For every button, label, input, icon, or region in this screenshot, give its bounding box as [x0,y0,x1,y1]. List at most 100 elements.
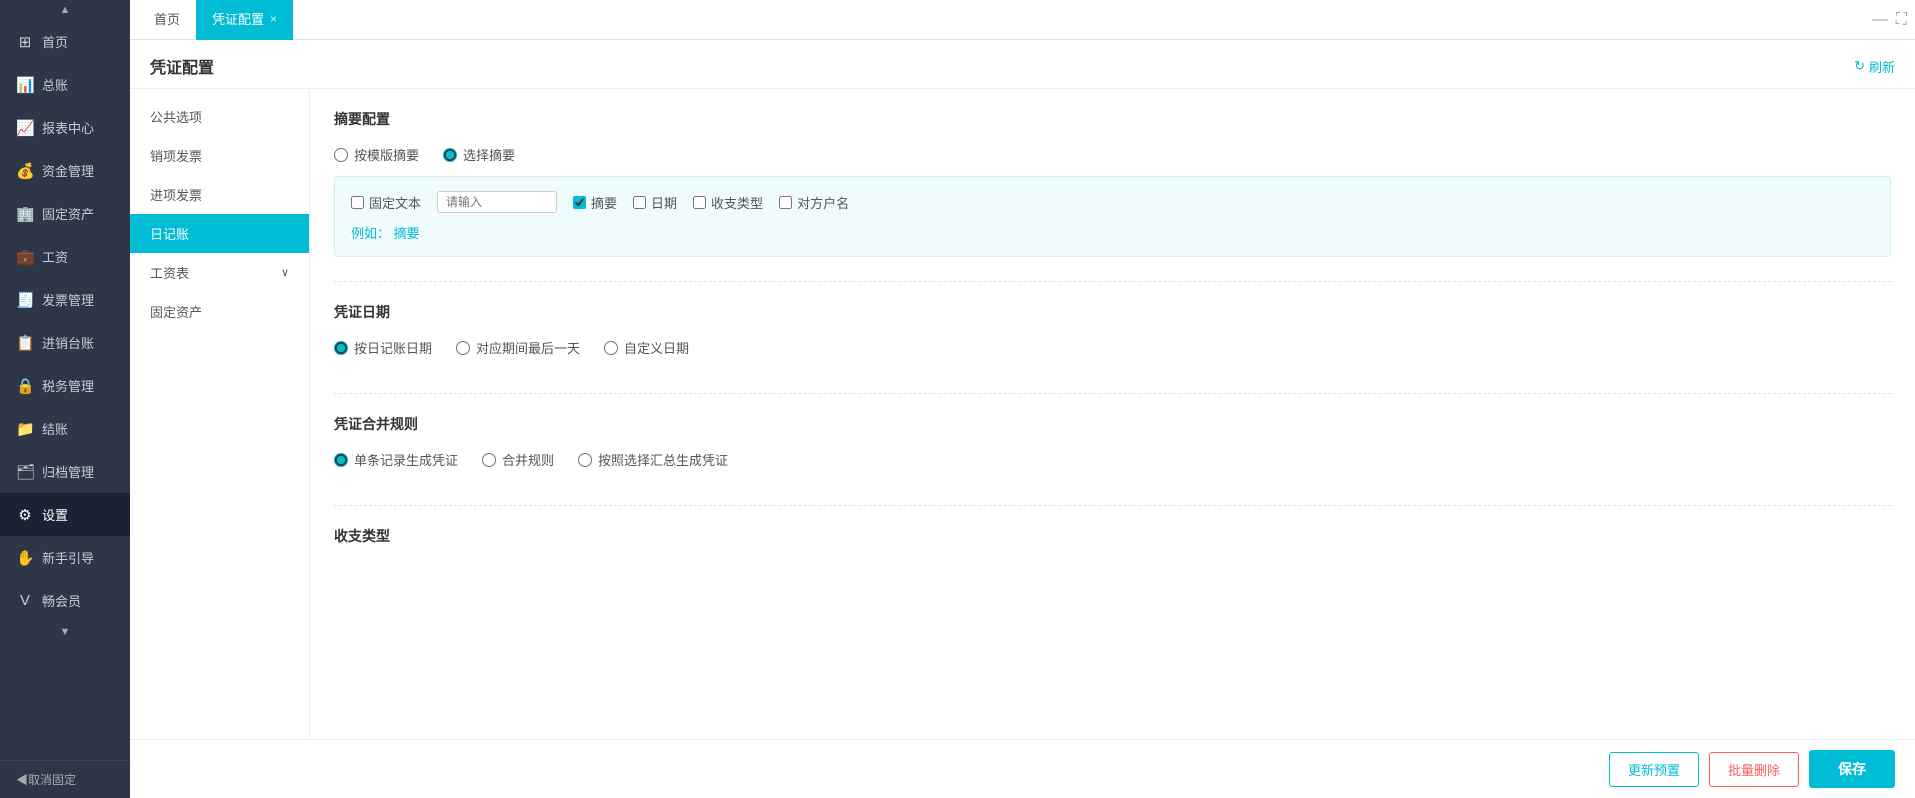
merge-rule-radio-group: 单条记录生成凭证 合并规则 按照选择汇总生成凭证 [334,450,1891,469]
sidebar-item-member[interactable]: V 畅会员 [0,579,130,622]
asset-icon: 🏢 [16,205,34,223]
tab-voucher-config[interactable]: 凭证配置 × [196,0,293,40]
page-header: 凭证配置 ↻ 刷新 [130,40,1915,89]
abstract-checkbox-row: 固定文本 摘要 日期 [351,191,1874,213]
sidebar-item-ledger[interactable]: 📊 总账 [0,63,130,106]
fixed-text-input[interactable] [437,191,557,213]
radio-single[interactable]: 单条记录生成凭证 [334,450,458,469]
fund-icon: 💰 [16,162,34,180]
sidebar-item-trading[interactable]: 📋 进销台账 [0,321,130,364]
radio-single-input[interactable] [334,453,348,467]
tab-bar: 首页 凭证配置 × — ⛶ [130,0,1915,40]
close-accounts-icon: 📁 [16,420,34,438]
abstract-preview: 例如： 摘要 [351,223,1874,242]
unpin-sidebar-button[interactable]: ◀取消固定 [0,760,130,798]
refresh-icon: ↻ [1854,58,1865,74]
sidebar-item-invoice[interactable]: 🧾 发票管理 [0,278,130,321]
sidebar-item-settings[interactable]: ⚙ 设置 [0,493,130,536]
nav-item-public[interactable]: 公共选项 [130,97,309,136]
abstract-section: 摘要配置 按模版摘要 选择摘要 [334,109,1891,282]
sidebar-item-close[interactable]: 📁 结账 [0,407,130,450]
member-icon: V [16,592,34,609]
tab-home[interactable]: 首页 [138,0,196,40]
salary-icon: 💼 [16,248,34,266]
chevron-down-icon: ∨ [281,266,289,279]
sidebar-item-tax[interactable]: 🔒 税务管理 [0,364,130,407]
batch-delete-button[interactable]: 批量删除 [1709,752,1799,787]
nav-item-sales[interactable]: 销项发票 [130,136,309,175]
voucher-date-title: 凭证日期 [334,302,1891,322]
cb-pay-type[interactable]: 收支类型 [693,193,763,212]
sidebar-item-guide[interactable]: ✋ 新手引导 [0,536,130,579]
radio-last-day[interactable]: 对应期间最后一天 [456,338,580,357]
radio-merge[interactable]: 合并规则 [482,450,554,469]
right-content: 摘要配置 按模版摘要 选择摘要 [310,89,1915,739]
radio-batch[interactable]: 按照选择汇总生成凭证 [578,450,728,469]
sidebar-item-home[interactable]: ⊞ 首页 [0,20,130,63]
cb-date-input[interactable] [633,196,646,209]
nav-item-purchase[interactable]: 进项发票 [130,175,309,214]
sidebar-item-salary[interactable]: 💼 工资 [0,235,130,278]
trading-icon: 📋 [16,334,34,352]
ledger-icon: 📊 [16,76,34,94]
cb-pay-type-input[interactable] [693,196,706,209]
minimize-button[interactable]: — [1872,11,1888,29]
radio-template-input[interactable] [334,148,348,162]
invoice-icon: 🧾 [16,291,34,309]
radio-last-day-input[interactable] [456,341,470,355]
cb-abstract-input[interactable] [573,196,586,209]
radio-journal-date-input[interactable] [334,341,348,355]
cb-fixed-text-input[interactable] [351,196,364,209]
nav-item-fixed-asset[interactable]: 固定资产 [130,292,309,331]
nav-item-payroll[interactable]: 工资表 ∨ [130,253,309,292]
sidebar-scroll-up[interactable]: ▲ [0,0,130,20]
abstract-config-box: 固定文本 摘要 日期 [334,176,1891,257]
radio-template-abstract[interactable]: 按模版摘要 [334,145,419,164]
tab-close-button[interactable]: × [270,12,277,26]
page-title: 凭证配置 [150,54,214,78]
radio-journal-date[interactable]: 按日记账日期 [334,338,432,357]
merge-rule-section: 凭证合并规则 单条记录生成凭证 合并规则 按照选择汇总生成凭证 [334,414,1891,506]
sidebar-item-fund[interactable]: 💰 资金管理 [0,149,130,192]
archive-icon: 🗂 [16,463,34,481]
voucher-date-radio-group: 按日记账日期 对应期间最后一天 自定义日期 [334,338,1891,357]
abstract-section-title: 摘要配置 [334,109,1891,129]
sidebar-scroll-down[interactable]: ▼ [0,622,130,642]
sidebar-item-report[interactable]: 📈 报表中心 [0,106,130,149]
radio-merge-input[interactable] [482,453,496,467]
cb-fixed-text[interactable]: 固定文本 [351,193,421,212]
radio-select-abstract[interactable]: 选择摘要 [443,145,515,164]
guide-icon: ✋ [16,549,34,567]
content-area: 凭证配置 ↻ 刷新 公共选项 销项发票 进项发票 日记账 [130,40,1915,798]
cb-counterpart[interactable]: 对方户名 [779,193,849,212]
bottom-bar: 更新预置 批量删除 保存 [130,739,1915,798]
refresh-button[interactable]: ↻ 刷新 [1854,57,1895,76]
sidebar-item-archive[interactable]: 🗂 归档管理 [0,450,130,493]
radio-custom-date-input[interactable] [604,341,618,355]
sidebar: ▲ ⊞ 首页 📊 总账 📈 报表中心 💰 资金管理 🏢 固定资产 💼 工资 🧾 … [0,0,130,798]
main-area: 首页 凭证配置 × — ⛶ 凭证配置 ↻ 刷新 公共选项 [130,0,1915,798]
radio-select-input[interactable] [443,148,457,162]
left-nav: 公共选项 销项发票 进项发票 日记账 工资表 ∨ 固定资产 [130,89,310,739]
nav-item-journal[interactable]: 日记账 [130,214,309,253]
update-preview-button[interactable]: 更新预置 [1609,752,1699,787]
sidebar-item-asset[interactable]: 🏢 固定资产 [0,192,130,235]
voucher-date-section: 凭证日期 按日记账日期 对应期间最后一天 自定义日期 [334,302,1891,394]
merge-rule-title: 凭证合并规则 [334,414,1891,434]
home-icon: ⊞ [16,33,34,51]
income-type-title: 收支类型 [334,526,1891,546]
cb-date[interactable]: 日期 [633,193,677,212]
abstract-radio-group: 按模版摘要 选择摘要 [334,145,1891,164]
save-button[interactable]: 保存 [1809,750,1895,788]
body-layout: 公共选项 销项发票 进项发票 日记账 工资表 ∨ 固定资产 [130,89,1915,739]
window-controls: — ⛶ [1872,11,1907,29]
maximize-button[interactable]: ⛶ [1896,11,1907,29]
settings-icon: ⚙ [16,506,34,524]
cb-abstract[interactable]: 摘要 [573,193,617,212]
income-type-section: 收支类型 [334,526,1891,586]
radio-custom-date[interactable]: 自定义日期 [604,338,689,357]
report-icon: 📈 [16,119,34,137]
tax-icon: 🔒 [16,377,34,395]
cb-counterpart-input[interactable] [779,196,792,209]
radio-batch-input[interactable] [578,453,592,467]
